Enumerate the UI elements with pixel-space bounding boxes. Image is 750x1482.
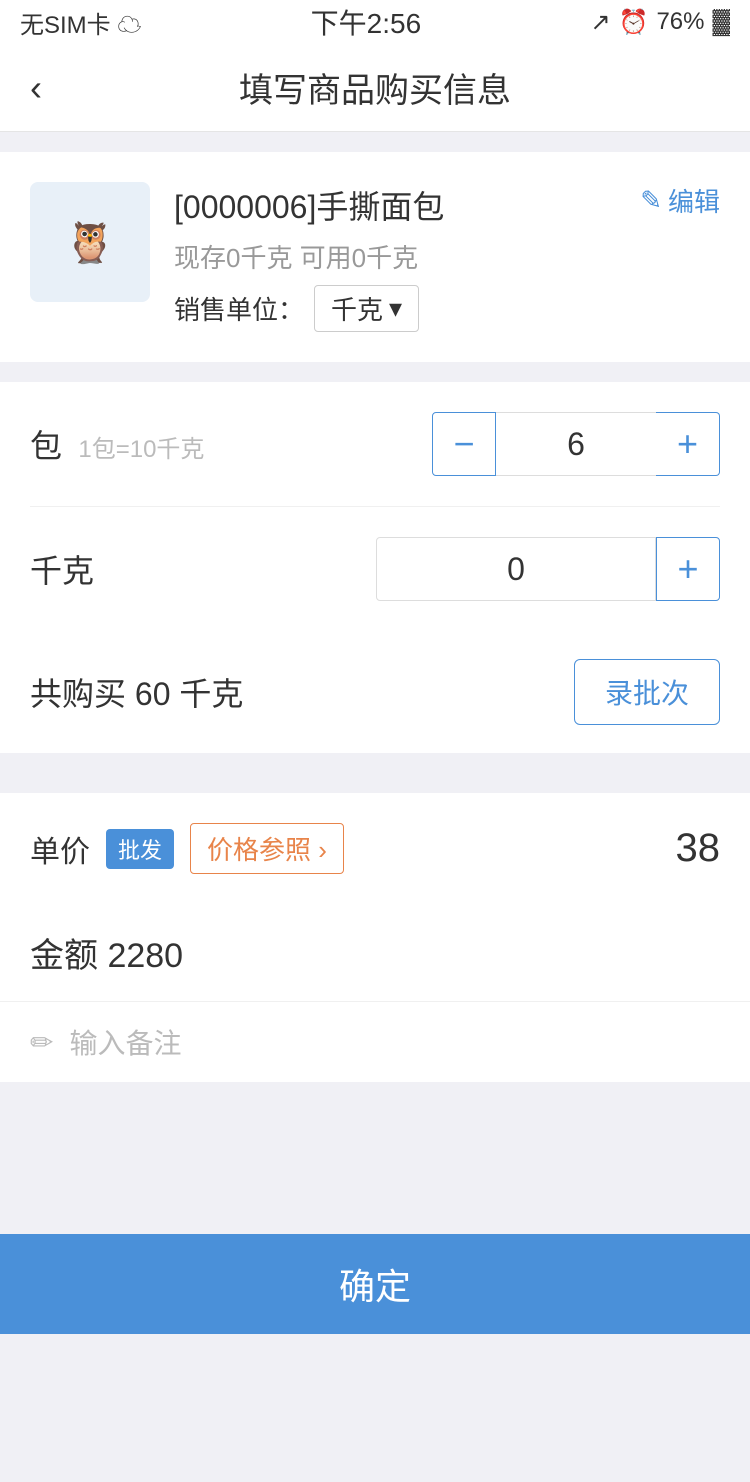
- nav-bar: ‹ 填写商品购买信息: [0, 44, 750, 132]
- package-minus-button[interactable]: −: [432, 412, 496, 476]
- amount-section: 金额 2280 ✏ 输入备注: [0, 904, 750, 1082]
- bottom-spacer: [0, 1082, 750, 1382]
- product-card: 🦉 [0000006]手撕面包 现存0千克 可用0千克 销售单位： 千克 ▾ ✎…: [0, 152, 750, 362]
- battery-icon: ▓: [712, 8, 730, 36]
- battery-level: 76%: [656, 8, 704, 36]
- kg-label: 千克: [30, 546, 94, 592]
- amount-label: 金额: [30, 937, 98, 975]
- page-title: 填写商品购买信息: [239, 63, 511, 112]
- kg-row: 千克 +: [30, 507, 720, 631]
- price-ref-button[interactable]: 价格参照 ›: [190, 823, 344, 874]
- record-batch-button[interactable]: 录批次: [574, 659, 720, 725]
- kg-stepper: +: [376, 537, 720, 601]
- divider-1: [0, 362, 750, 382]
- package-stepper: − +: [432, 412, 720, 476]
- amount-row: 金额 2280: [0, 904, 750, 1001]
- divider-2: [0, 753, 750, 773]
- package-plus-button[interactable]: +: [656, 412, 720, 476]
- kg-plus-button[interactable]: +: [656, 537, 720, 601]
- note-row[interactable]: ✏ 输入备注: [0, 1001, 750, 1082]
- package-input[interactable]: [496, 412, 656, 476]
- package-row: 包 1包=10千克 − +: [30, 382, 720, 507]
- edit-button[interactable]: ✎ 编辑: [640, 182, 720, 219]
- unit-select[interactable]: 千克 ▾: [314, 285, 419, 332]
- unit-label: 销售单位：: [174, 290, 304, 327]
- price-value: 38: [676, 826, 721, 871]
- alarm-icon: ⏰: [619, 8, 649, 37]
- package-label: 包: [30, 428, 62, 464]
- kg-input[interactable]: [376, 537, 656, 601]
- product-unit-row: 销售单位： 千克 ▾: [174, 285, 720, 332]
- product-stock: 现存0千克 可用0千克: [174, 238, 720, 275]
- note-icon: ✏: [30, 1026, 53, 1059]
- location-icon: ↗: [590, 8, 610, 37]
- product-info: [0000006]手撕面包 现存0千克 可用0千克 销售单位： 千克 ▾: [174, 182, 720, 332]
- price-row: 单价 批发 价格参照 › 38: [30, 823, 720, 874]
- amount-value: 2280: [107, 937, 183, 975]
- edit-label: 编辑: [668, 182, 720, 219]
- product-name: [0000006]手撕面包: [174, 182, 720, 228]
- confirm-label: 确定: [339, 1258, 411, 1310]
- price-label: 单价: [30, 827, 90, 871]
- status-bar: 无SIM卡 ☁ 下午2:56 ↗ ⏰ 76% ▓: [0, 0, 750, 44]
- unit-arrow: ▾: [389, 293, 402, 324]
- back-icon: ‹: [30, 67, 42, 108]
- status-time: 下午2:56: [311, 2, 422, 42]
- package-label-group: 包 1包=10千克: [30, 421, 204, 467]
- total-label: 共购买 60 千克: [30, 669, 243, 715]
- product-logo: 🦉: [65, 219, 115, 266]
- price-section: 单价 批发 价格参照 › 38: [0, 793, 750, 904]
- unit-value: 千克: [331, 290, 383, 327]
- batch-tag: 批发: [106, 829, 174, 869]
- confirm-bar[interactable]: 确定: [0, 1234, 750, 1334]
- total-row: 共购买 60 千克 录批次: [0, 631, 750, 753]
- product-image: 🦉: [30, 182, 150, 302]
- edit-icon: ✎: [640, 185, 662, 216]
- package-sublabel: 1包=10千克: [78, 436, 204, 463]
- back-button[interactable]: ‹: [20, 57, 52, 119]
- status-right: ↗ ⏰ 76% ▓: [590, 8, 730, 37]
- status-left: 无SIM卡 ☁: [20, 5, 141, 40]
- note-placeholder: 输入备注: [69, 1022, 181, 1062]
- sim-status: 无SIM卡 ☁: [20, 5, 141, 40]
- input-section: 包 1包=10千克 − + 千克 +: [0, 382, 750, 631]
